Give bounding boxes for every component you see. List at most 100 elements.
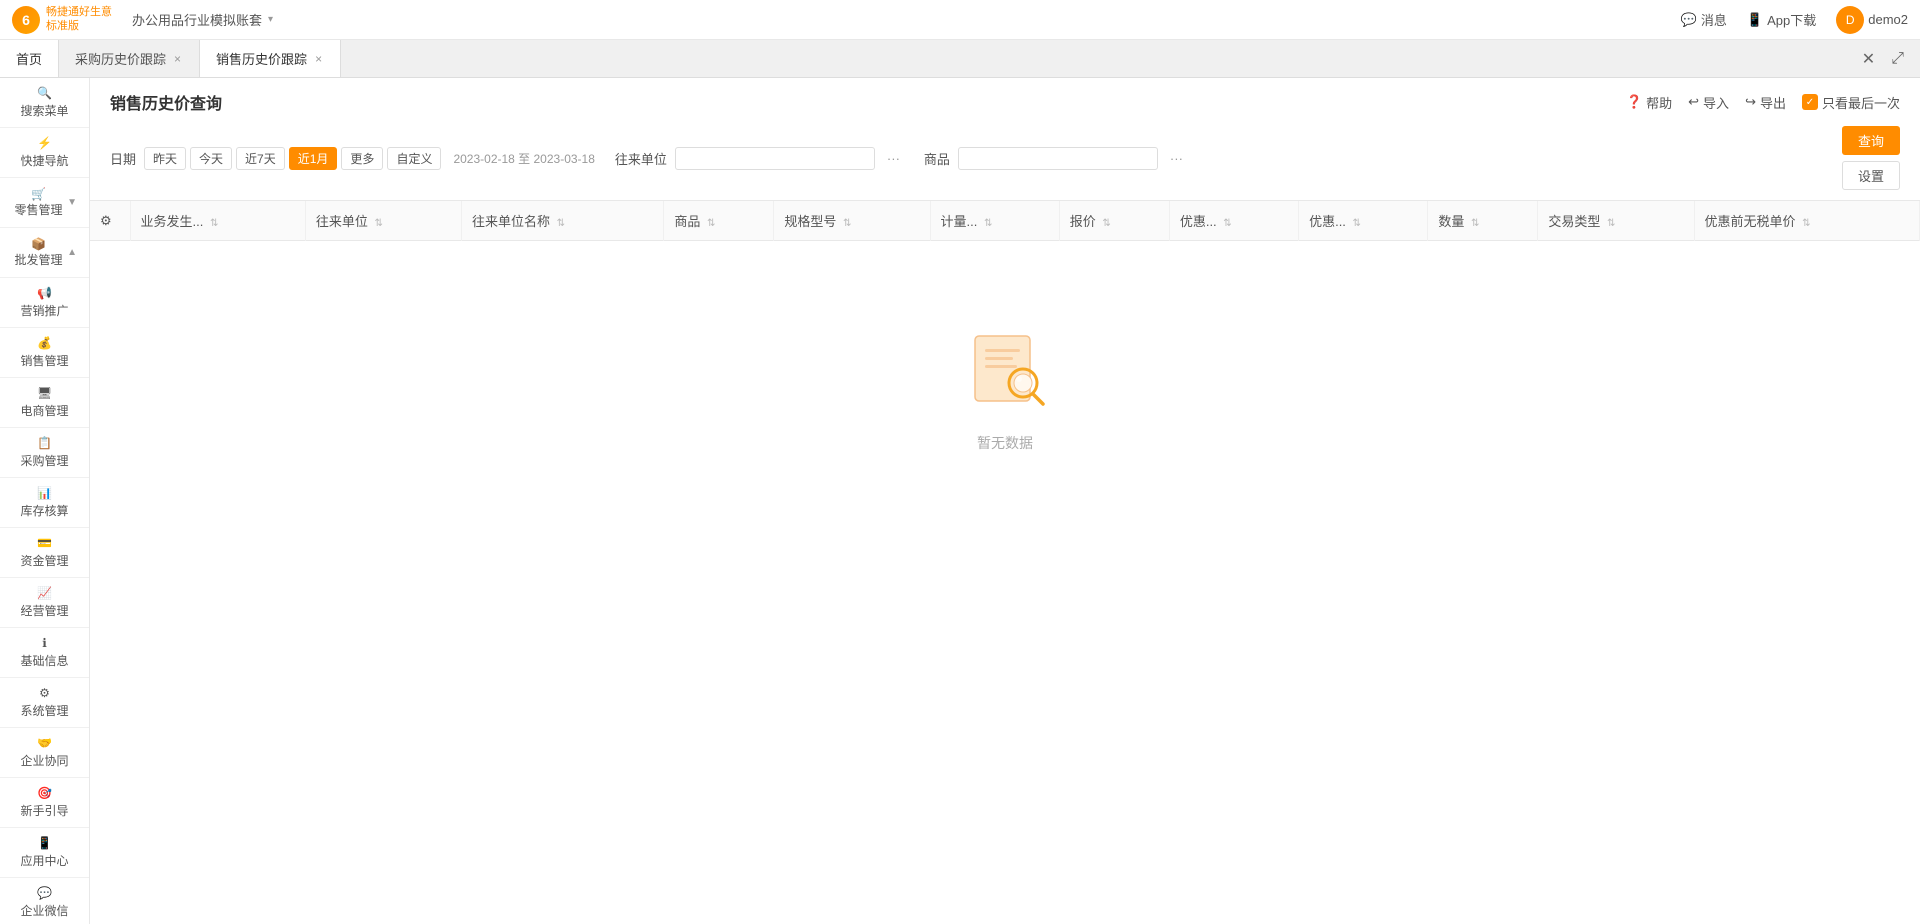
enterprise-icon: 🤝 (37, 736, 52, 750)
close-all-tabs-btn[interactable]: ✕ (1858, 45, 1879, 73)
empty-state: 暂无数据 (90, 241, 1920, 533)
sidebar-item-quick-nav[interactable]: ⚡ 快捷导航 (0, 128, 89, 178)
tab-home[interactable]: 首页 (0, 40, 59, 77)
sidebar-item-operations[interactable]: 📈 经营管理 (0, 578, 89, 628)
partner-filter-label: 往来单位 (615, 149, 667, 168)
sidebar-item-wechat[interactable]: 💬 企业微信 (0, 878, 89, 924)
query-btn[interactable]: 查询 (1842, 126, 1900, 155)
only-last-checkbox[interactable]: ✓ 只看最后一次 (1802, 93, 1900, 112)
th-unit[interactable]: 计量... ⇅ (930, 201, 1059, 241)
empty-illustration (955, 321, 1055, 421)
date-btn-yesterday[interactable]: 昨天 (144, 147, 186, 170)
sort-icon-partner-code: ⇅ (375, 218, 383, 229)
header-right: 💬 消息 📱 App下载 D demo2 (1681, 6, 1908, 34)
tab-home-label: 首页 (16, 49, 42, 68)
date-btn-today[interactable]: 今天 (190, 147, 232, 170)
sort-icon-unit: ⇅ (984, 218, 992, 229)
sales-icon: 💰 (37, 336, 52, 350)
sidebar-item-system[interactable]: ⚙ 系统管理 (0, 678, 89, 728)
sidebar-item-purchase[interactable]: 📋 采购管理 (0, 428, 89, 478)
th-discount1[interactable]: 优惠... ⇅ (1169, 201, 1298, 241)
user-menu[interactable]: D demo2 (1836, 6, 1908, 34)
tab-bar: 首页 采购历史价跟踪 × 销售历史价跟踪 × ✕ ⤢ (0, 40, 1920, 78)
date-btn-custom[interactable]: 自定义 (387, 147, 441, 170)
product-filter-label: 商品 (924, 149, 950, 168)
th-partner-name[interactable]: 往来单位名称 ⇅ (462, 201, 664, 241)
tab-sales-close[interactable]: × (313, 50, 324, 68)
th-trade-type[interactable]: 交易类型 ⇅ (1538, 201, 1694, 241)
app-download-action[interactable]: 📱 App下载 (1747, 10, 1816, 29)
sidebar-item-enterprise[interactable]: 🤝 企业协同 (0, 728, 89, 778)
sort-icon-trade-type: ⇅ (1607, 218, 1615, 229)
message-action[interactable]: 💬 消息 (1681, 10, 1727, 29)
date-buttons: 昨天 今天 近7天 近1月 更多 自定义 (144, 147, 441, 170)
wholesale-label-group: 📦 批发管理 (12, 237, 65, 268)
user-avatar: D (1836, 6, 1864, 34)
sidebar-item-search-menu[interactable]: 🔍 搜索菜单 (0, 78, 89, 128)
th-quantity[interactable]: 数量 ⇅ (1428, 201, 1538, 241)
sidebar-item-app-center[interactable]: 📱 应用中心 (0, 828, 89, 878)
tab-sales-history[interactable]: 销售历史价跟踪 × (200, 40, 341, 77)
basic-info-icon: ℹ (42, 636, 47, 650)
sidebar-item-sales[interactable]: 💰 销售管理 (0, 328, 89, 378)
sidebar: 🔍 搜索菜单 ⚡ 快捷导航 🛒 零售管理 ▼ 📦 批发管理 ▲ 📢 营销推广 (0, 78, 90, 924)
sort-icon-partner-name: ⇅ (557, 218, 565, 229)
sidebar-label-app-center: 应用中心 (20, 852, 68, 869)
sidebar-item-basic-info[interactable]: ℹ 基础信息 (0, 628, 89, 678)
product-input[interactable] (958, 147, 1158, 170)
help-btn[interactable]: ❓ 帮助 (1626, 93, 1672, 112)
dropdown-icon[interactable]: ▾ (268, 14, 273, 25)
table-area: ⚙ 业务发生... ⇅ 往来单位 ⇅ 往来单位名称 ⇅ 商品 ⇅ (90, 201, 1920, 924)
message-label: 消息 (1701, 10, 1727, 29)
tab-purchase-close[interactable]: × (172, 50, 183, 68)
guide-icon: 🎯 (37, 786, 52, 800)
sidebar-label-wechat: 企业微信 (20, 902, 68, 919)
sidebar-item-retail[interactable]: 🛒 零售管理 ▼ (0, 178, 89, 228)
partner-input[interactable] (675, 147, 875, 170)
page-title-row: 销售历史价查询 ❓ 帮助 ↩ 导入 ↪ 导出 ✓ (110, 90, 1900, 114)
operations-icon: 📈 (37, 586, 52, 600)
retail-icon: 🛒 (31, 187, 46, 201)
th-spec[interactable]: 规格型号 ⇅ (774, 201, 930, 241)
retail-label-group: 🛒 零售管理 (12, 187, 65, 218)
date-btn-7days[interactable]: 近7天 (236, 147, 285, 170)
th-pre-tax-price[interactable]: 优惠前无税单价 ⇅ (1694, 201, 1919, 241)
import-icon: ↩ (1688, 94, 1699, 110)
retail-arrow: ▼ (67, 197, 77, 208)
fullscreen-btn[interactable]: ⤢ (1887, 46, 1908, 72)
date-btn-1month[interactable]: 近1月 (289, 147, 338, 170)
import-btn[interactable]: ↩ 导入 (1688, 93, 1729, 112)
tab-purchase-history[interactable]: 采购历史价跟踪 × (59, 40, 200, 77)
app-download-label: App下载 (1767, 10, 1816, 29)
sidebar-label-inventory: 库存核算 (20, 502, 68, 519)
help-icon: ❓ (1626, 94, 1642, 110)
th-settings[interactable]: ⚙ (90, 201, 130, 241)
wholesale-icon: 📦 (31, 237, 46, 251)
sidebar-item-guide[interactable]: 🎯 新手引导 (0, 778, 89, 828)
sidebar-item-ecommerce[interactable]: 🖥 电商管理 (0, 378, 89, 428)
date-btn-more[interactable]: 更多 (341, 147, 383, 170)
top-header: 6 畅捷通好生意 标准版 办公用品行业模拟账套 ▾ 💬 消息 📱 App下载 D… (0, 0, 1920, 40)
tab-sales-label: 销售历史价跟踪 (216, 49, 307, 68)
sidebar-item-inventory[interactable]: 📊 库存核算 (0, 478, 89, 528)
date-filter-group: 日期 昨天 今天 近7天 近1月 更多 自定义 2023-02-18 至 202… (110, 147, 595, 170)
export-btn[interactable]: ↪ 导出 (1745, 93, 1786, 112)
product-ellipsis[interactable]: ··· (1166, 151, 1187, 166)
help-label: 帮助 (1646, 93, 1672, 112)
page-title: 销售历史价查询 (110, 90, 222, 114)
username: demo2 (1868, 12, 1908, 27)
th-biz-date[interactable]: 业务发生... ⇅ (130, 201, 305, 241)
only-last-label: 只看最后一次 (1822, 93, 1900, 112)
th-discount2[interactable]: 优惠... ⇅ (1299, 201, 1428, 241)
th-price[interactable]: 报价 ⇅ (1059, 201, 1169, 241)
sidebar-item-finance[interactable]: 💳 资金管理 (0, 528, 89, 578)
sidebar-label-operations: 经营管理 (20, 602, 68, 619)
th-product[interactable]: 商品 ⇅ (664, 201, 774, 241)
partner-ellipsis[interactable]: ··· (883, 151, 904, 166)
finance-icon: 💳 (37, 536, 52, 550)
th-partner-code[interactable]: 往来单位 ⇅ (305, 201, 461, 241)
settings-btn[interactable]: 设置 (1842, 161, 1900, 190)
sidebar-item-wholesale[interactable]: 📦 批发管理 ▲ (0, 228, 89, 278)
sidebar-item-marketing[interactable]: 📢 营销推广 (0, 278, 89, 328)
sidebar-label-basic-info: 基础信息 (20, 652, 68, 669)
